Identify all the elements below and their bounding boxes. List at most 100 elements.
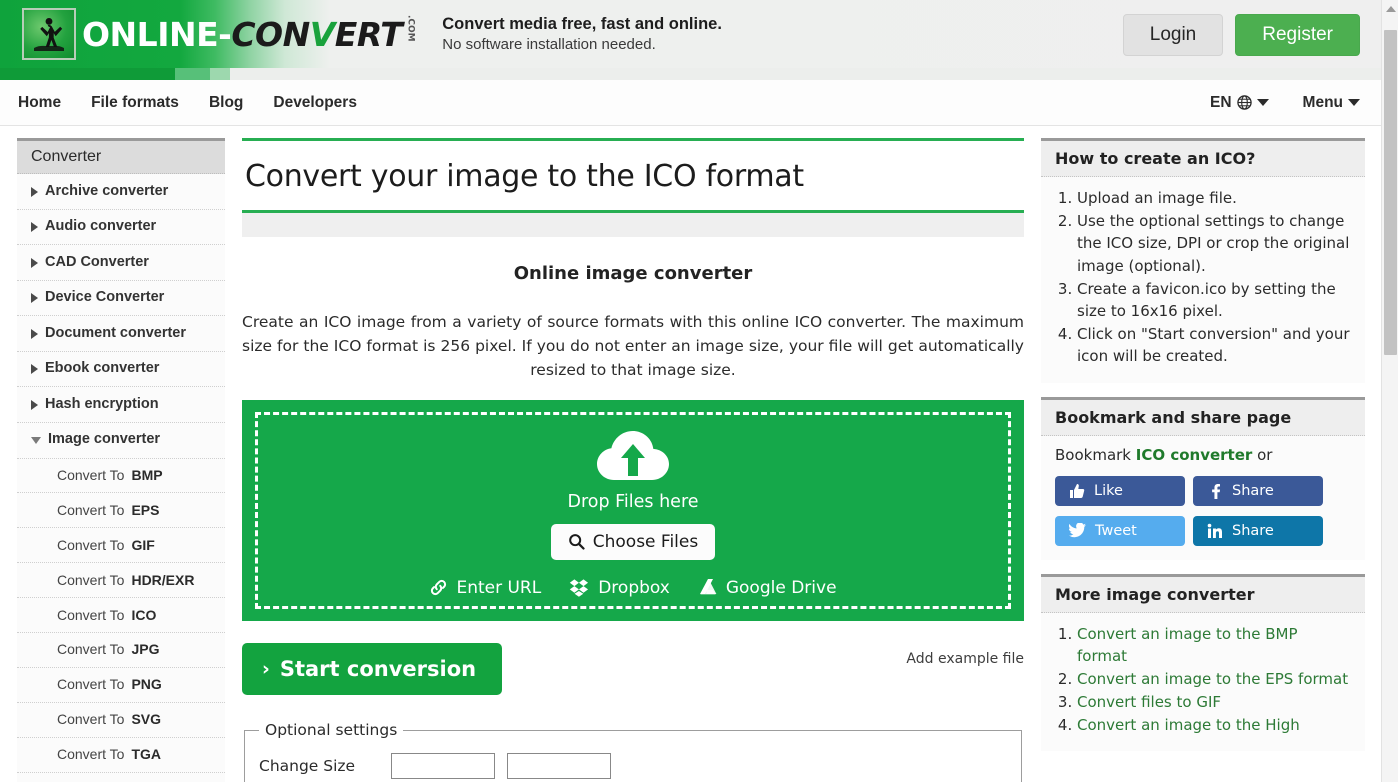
sidebar-subitem-format: GIF (131, 536, 155, 553)
sidebar-item-image-converter[interactable]: Image converter (17, 423, 225, 459)
sidebar-item-convert-to-ico[interactable]: Convert To ICO (17, 598, 225, 633)
conversion-action-row: › Start conversion Add example file (242, 643, 1024, 696)
sidebar-item-ebook-converter[interactable]: Ebook converter (17, 352, 225, 388)
sidebar-item-device-converter[interactable]: Device Converter (17, 281, 225, 317)
social-label: Like (1094, 482, 1123, 499)
nav-item-home[interactable]: Home (18, 94, 61, 112)
sidebar-item-hash-encryption[interactable]: Hash encryption (17, 387, 225, 423)
sidebar-item-convert-to-svg[interactable]: Convert To SVG (17, 703, 225, 738)
bookmark-line: Bookmark ICO converter or (1055, 446, 1351, 464)
site-header: ONLINE - CON V ERT .COM Convert media free, f… (0, 0, 1398, 68)
login-button[interactable]: Login (1122, 14, 1224, 56)
more-converter-link[interactable]: Convert an image to the High (1077, 716, 1300, 734)
social-buttons: Like Share Tweet Share (1055, 475, 1351, 546)
sidebar-item-convert-to-eps[interactable]: Convert To EPS (17, 493, 225, 529)
nav-item-developers[interactable]: Developers (273, 94, 357, 112)
sidebar-item-convert-to-tiff[interactable]: Convert To TIFF (17, 773, 225, 782)
linkedin-share-button[interactable]: Share (1193, 515, 1323, 546)
sidebar-item-convert-to-hdr-exr[interactable]: Convert To HDR/EXR (17, 563, 225, 599)
language-selector[interactable]: EN (1210, 94, 1269, 112)
site-logo[interactable]: ONLINE - CON V ERT .COM (22, 8, 415, 60)
sidebar-subitem-format: TGA (131, 746, 162, 763)
page-scrollbar[interactable] (1381, 0, 1398, 782)
sidebar-item-audio-converter[interactable]: Audio converter (17, 210, 225, 246)
google-drive-icon (699, 579, 717, 595)
nav-item-file-formats[interactable]: File formats (91, 94, 179, 112)
sidebar-item-convert-to-png[interactable]: Convert To PNG (17, 668, 225, 703)
sidebar-subitem-prefix: Convert To (57, 606, 125, 623)
twitter-tweet-button[interactable]: Tweet (1055, 515, 1185, 546)
chevron-right-icon (31, 328, 38, 339)
more-converters-list: Convert an image to the BMP format Conve… (1055, 623, 1351, 737)
how-to-step: Create a favicon.ico by setting the size… (1077, 278, 1351, 322)
more-converter-link[interactable]: Convert files to GIF (1077, 693, 1221, 711)
sidebar-item-label: Device Converter (45, 289, 165, 306)
start-conversion-label: Start conversion (279, 657, 477, 682)
stripe-seg-2 (175, 68, 210, 80)
more-converter-link[interactable]: Convert an image to the BMP format (1077, 625, 1298, 665)
header-color-stripe (0, 68, 1398, 80)
logo-figure-icon (22, 8, 76, 60)
nav-item-blog[interactable]: Blog (209, 94, 243, 112)
more-converter-link[interactable]: Convert an image to the EPS format (1077, 670, 1348, 688)
social-label: Share (1232, 522, 1274, 539)
stripe-seg-4 (230, 68, 1398, 80)
sidebar-item-document-converter[interactable]: Document converter (17, 316, 225, 352)
enter-url-button[interactable]: Enter URL (429, 578, 541, 598)
dropbox-button[interactable]: Dropbox (569, 578, 670, 598)
link-icon (431, 579, 447, 596)
optional-settings-fieldset: Optional settings Change Size (244, 721, 1022, 782)
page-title-box: Convert your image to the ICO format (242, 138, 1024, 213)
sidebar-subitem-prefix: Convert To (57, 746, 125, 763)
file-dropzone[interactable]: Drop Files here Choose Files Enter URL D… (242, 400, 1024, 622)
google-drive-button[interactable]: Google Drive (698, 578, 837, 598)
menu-button[interactable]: Menu (1303, 94, 1360, 112)
add-example-file-link[interactable]: Add example file (906, 651, 1024, 667)
language-label: EN (1209, 93, 1232, 111)
how-to-panel: How to create an ICO? Upload an image fi… (1041, 138, 1365, 383)
choose-files-button[interactable]: Choose Files (550, 523, 716, 560)
sidebar-subitem-prefix: Convert To (57, 501, 125, 518)
list-item: Convert files to GIF (1077, 691, 1351, 713)
scroll-up-arrow-icon[interactable] (1386, 6, 1396, 12)
linkedin-icon (1207, 523, 1222, 538)
start-conversion-button[interactable]: › Start conversion (242, 643, 503, 696)
globe-icon (1236, 95, 1252, 110)
menu-label: Menu (1302, 93, 1343, 111)
sidebar-item-cad-converter[interactable]: CAD Converter (17, 245, 225, 281)
converter-sidebar: Converter Archive converter Audio conver… (17, 138, 225, 782)
logo-v: V (309, 14, 336, 54)
thumbs-up-icon (1070, 483, 1085, 498)
sidebar-item-convert-to-gif[interactable]: Convert To GIF (17, 528, 225, 564)
sidebar-item-label: Audio converter (45, 218, 157, 235)
logo-dash: - (218, 14, 232, 54)
facebook-like-button[interactable]: Like (1055, 475, 1185, 506)
title-underband (242, 213, 1024, 237)
intro-section: Online image converter Create an ICO ima… (242, 237, 1024, 382)
sidebar-subitem-prefix: Convert To (57, 467, 125, 483)
chevron-right-icon (31, 364, 38, 375)
size-width-input[interactable] (391, 753, 495, 780)
sidebar-item-convert-to-bmp[interactable]: Convert To BMP (17, 459, 225, 494)
scrollbar-thumb[interactable] (1384, 30, 1397, 355)
optional-settings-legend: Optional settings (265, 721, 398, 740)
dropzone-label: Drop Files here (567, 491, 699, 512)
sidebar-item-convert-to-jpg[interactable]: Convert To JPG (17, 633, 225, 668)
sidebar-item-convert-to-tga[interactable]: Convert To TGA (17, 738, 225, 773)
chevron-down-icon (31, 437, 41, 445)
list-item: Convert an image to the High (1077, 714, 1351, 736)
size-height-input[interactable] (507, 753, 611, 780)
sidebar-item-label: Document converter (45, 324, 187, 341)
bookmark-share-panel: Bookmark and share page Bookmark ICO con… (1041, 396, 1365, 560)
sidebar-item-archive-converter[interactable]: Archive converter (17, 174, 225, 210)
more-converters-title: More image converter (1041, 576, 1365, 613)
facebook-share-button[interactable]: Share (1193, 475, 1323, 506)
logo-online: ONLINE (82, 14, 219, 54)
list-item: Convert an image to the BMP format (1077, 623, 1351, 667)
bookmark-suffix: or (1252, 445, 1273, 464)
sidebar-subitem-prefix: Convert To (57, 571, 125, 588)
sidebar-subitem-prefix: Convert To (57, 536, 125, 553)
bookmark-link[interactable]: ICO converter (1136, 446, 1253, 464)
change-size-row: Change Size (259, 753, 1007, 780)
register-button[interactable]: Register (1235, 14, 1360, 56)
